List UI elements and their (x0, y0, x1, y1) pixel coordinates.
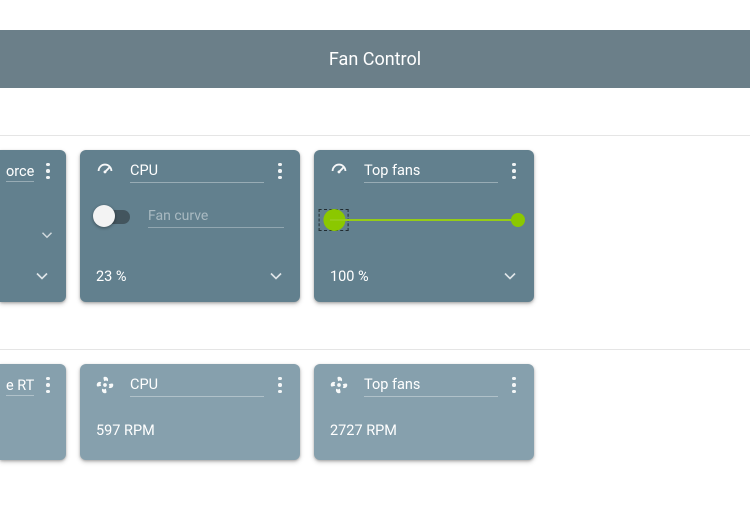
titlebar: Fan Control (0, 30, 750, 88)
card-footer: 23 % (96, 266, 286, 286)
sensor-cards-row: e RT CPU 597 RPM (0, 364, 750, 460)
divider (0, 349, 750, 350)
fan-icon (94, 374, 116, 396)
card-title[interactable]: orce (6, 163, 34, 180)
card-header: Top fans (314, 150, 534, 192)
percent-value: 23 % (96, 268, 127, 285)
slider-thumb[interactable] (511, 213, 525, 227)
sensor-card-top-fans[interactable]: Top fans 2727 RPM (314, 364, 534, 460)
divider (0, 135, 750, 136)
more-vert-icon[interactable] (42, 373, 54, 397)
card-title[interactable]: CPU (130, 162, 264, 181)
curve-card-cpu[interactable]: CPU Fan curve 23 % (80, 150, 300, 302)
sensor-card-cpu[interactable]: CPU 597 RPM (80, 364, 300, 460)
card-header: Top fans (314, 364, 534, 406)
card-title[interactable]: Top fans (364, 376, 498, 395)
rpm-value: 597 RPM (96, 422, 284, 439)
chevron-down-icon[interactable] (266, 266, 286, 286)
card-header: CPU (80, 364, 300, 406)
more-vert-icon[interactable] (272, 159, 288, 183)
rpm-value: 2727 RPM (330, 422, 518, 439)
fan-curve-select[interactable]: Fan curve (148, 208, 284, 226)
curve-card-partial[interactable]: orce (0, 150, 66, 302)
curve-cards-row: orce CPU (0, 150, 750, 302)
triangle-down-icon[interactable] (38, 226, 56, 244)
card-footer (16, 266, 52, 286)
card-header: e RT (0, 364, 66, 406)
slider-track (330, 219, 518, 221)
chevron-down-icon[interactable] (32, 266, 52, 286)
gauge-icon (94, 160, 116, 182)
fan-icon (328, 374, 350, 396)
card-title[interactable]: CPU (130, 376, 264, 395)
curve-card-top-fans[interactable]: Top fans 100 % (314, 150, 534, 302)
auto-toggle[interactable] (96, 210, 130, 224)
card-header: CPU (80, 150, 300, 192)
card-header: orce (0, 150, 66, 192)
app-title: Fan Control (329, 49, 421, 70)
gauge-icon (328, 160, 350, 182)
card-footer: 100 % (330, 266, 520, 286)
more-vert-icon[interactable] (272, 373, 288, 397)
speed-slider[interactable] (330, 212, 518, 228)
sensor-card-partial[interactable]: e RT (0, 364, 66, 460)
card-title[interactable]: Top fans (364, 162, 498, 181)
more-vert-icon[interactable] (42, 159, 54, 183)
percent-value: 100 % (330, 268, 369, 285)
more-vert-icon[interactable] (506, 159, 522, 183)
more-vert-icon[interactable] (506, 373, 522, 397)
chevron-down-icon[interactable] (500, 266, 520, 286)
card-title[interactable]: e RT (6, 377, 34, 394)
fan-curve-placeholder: Fan curve (148, 208, 284, 226)
